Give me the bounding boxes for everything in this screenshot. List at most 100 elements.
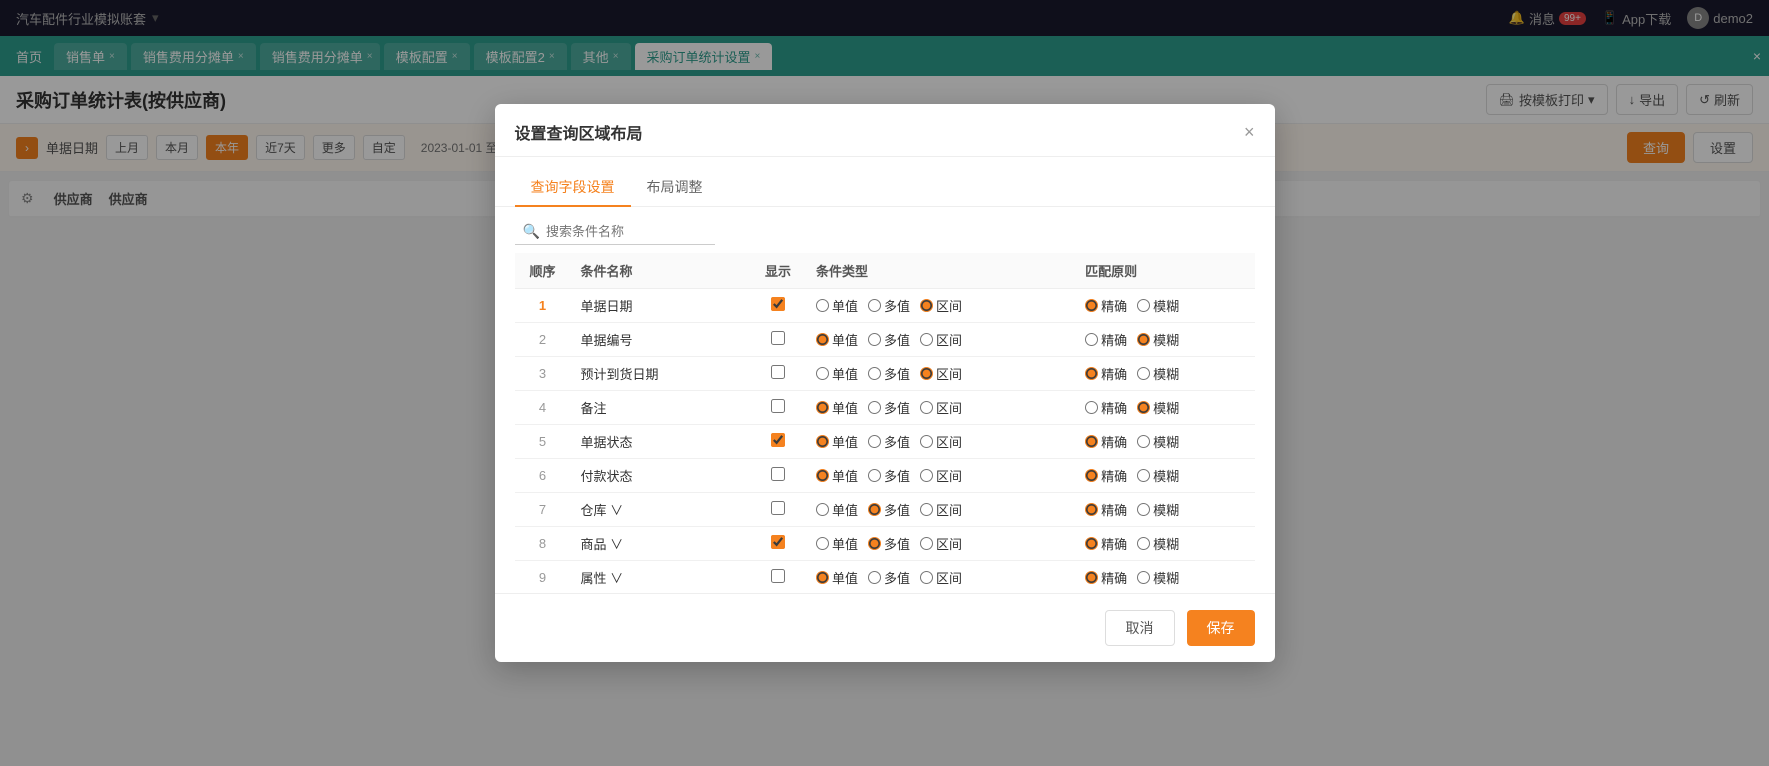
cell-match: 精确模糊 (1075, 527, 1254, 561)
radio-match-模糊[interactable]: 模糊 (1137, 432, 1179, 451)
radio-type-单值[interactable]: 单值 (816, 330, 858, 349)
radio-type-单值[interactable]: 单值 (816, 568, 858, 587)
tab-query-fields[interactable]: 查询字段设置 (515, 169, 631, 207)
cell-show (750, 391, 806, 425)
tab-layout-adjust[interactable]: 布局调整 (631, 169, 719, 207)
show-checkbox-7[interactable] (771, 501, 785, 515)
cell-show (750, 561, 806, 594)
show-checkbox-9[interactable] (771, 569, 785, 583)
cell-match: 精确模糊 (1075, 561, 1254, 594)
radio-match-精确[interactable]: 精确 (1085, 432, 1127, 451)
cell-name: 备注 (571, 391, 750, 425)
modal-tabs: 查询字段设置 布局调整 (495, 157, 1275, 207)
show-checkbox-5[interactable] (771, 433, 785, 447)
radio-type-多值[interactable]: 多值 (868, 466, 910, 485)
show-checkbox-4[interactable] (771, 399, 785, 413)
save-button[interactable]: 保存 (1187, 610, 1255, 646)
radio-type-单值[interactable]: 单值 (816, 398, 858, 417)
radio-match-模糊[interactable]: 模糊 (1137, 398, 1179, 417)
cell-order: 8 (515, 527, 571, 561)
search-input[interactable] (546, 224, 696, 239)
cell-order: 7 (515, 493, 571, 527)
modal-header: 设置查询区域布局 × (495, 104, 1275, 157)
fields-table: 顺序 条件名称 显示 条件类型 匹配原则 1单据日期单值多值区间精确模糊2单据编… (515, 253, 1255, 593)
radio-match-模糊[interactable]: 模糊 (1137, 296, 1179, 315)
cell-name: 付款状态 (571, 459, 750, 493)
radio-type-多值[interactable]: 多值 (868, 330, 910, 349)
radio-type-多值[interactable]: 多值 (868, 432, 910, 451)
radio-type-多值[interactable]: 多值 (868, 296, 910, 315)
modal-close-button[interactable]: × (1244, 123, 1255, 141)
radio-match-精确[interactable]: 精确 (1085, 466, 1127, 485)
radio-match-模糊[interactable]: 模糊 (1137, 466, 1179, 485)
radio-type-区间[interactable]: 区间 (920, 500, 962, 519)
radio-match-精确[interactable]: 精确 (1085, 330, 1127, 349)
cell-name: 单据状态 (571, 425, 750, 459)
radio-type-区间[interactable]: 区间 (920, 330, 962, 349)
radio-type-单值[interactable]: 单值 (816, 466, 858, 485)
cell-name: 单据日期 (571, 289, 750, 323)
radio-type-单值[interactable]: 单值 (816, 432, 858, 451)
radio-type-区间[interactable]: 区间 (920, 466, 962, 485)
radio-type-单值[interactable]: 单值 (816, 296, 858, 315)
radio-type-区间[interactable]: 区间 (920, 296, 962, 315)
radio-match-精确[interactable]: 精确 (1085, 296, 1127, 315)
cell-type: 单值多值区间 (806, 391, 1075, 425)
radio-type-多值[interactable]: 多值 (868, 534, 910, 553)
show-checkbox-2[interactable] (771, 331, 785, 345)
cell-match: 精确模糊 (1075, 493, 1254, 527)
table-row: 6付款状态单值多值区间精确模糊 (515, 459, 1255, 493)
radio-type-单值[interactable]: 单值 (816, 534, 858, 553)
radio-match-精确[interactable]: 精确 (1085, 398, 1127, 417)
cell-type: 单值多值区间 (806, 459, 1075, 493)
cell-name: 预计到货日期 (571, 357, 750, 391)
radio-type-区间[interactable]: 区间 (920, 364, 962, 383)
radio-match-模糊[interactable]: 模糊 (1137, 330, 1179, 349)
cell-match: 精确模糊 (1075, 391, 1254, 425)
table-row: 2单据编号单值多值区间精确模糊 (515, 323, 1255, 357)
radio-match-模糊[interactable]: 模糊 (1137, 500, 1179, 519)
radio-type-区间[interactable]: 区间 (920, 398, 962, 417)
modal-overlay: 设置查询区域布局 × 查询字段设置 布局调整 🔍 顺序 (0, 0, 1769, 766)
radio-type-区间[interactable]: 区间 (920, 432, 962, 451)
radio-type-多值[interactable]: 多值 (868, 364, 910, 383)
cell-show (750, 459, 806, 493)
table-row: 4备注单值多值区间精确模糊 (515, 391, 1255, 425)
th-match: 匹配原则 (1075, 253, 1254, 289)
radio-match-精确[interactable]: 精确 (1085, 534, 1127, 553)
radio-match-模糊[interactable]: 模糊 (1137, 364, 1179, 383)
cell-order: 1 (515, 289, 571, 323)
cell-type: 单值多值区间 (806, 323, 1075, 357)
radio-match-模糊[interactable]: 模糊 (1137, 568, 1179, 587)
cell-match: 精确模糊 (1075, 323, 1254, 357)
show-checkbox-6[interactable] (771, 467, 785, 481)
cell-show (750, 425, 806, 459)
cell-match: 精确模糊 (1075, 425, 1254, 459)
radio-type-区间[interactable]: 区间 (920, 534, 962, 553)
cancel-button[interactable]: 取消 (1105, 610, 1175, 646)
radio-match-精确[interactable]: 精确 (1085, 568, 1127, 587)
radio-match-精确[interactable]: 精确 (1085, 364, 1127, 383)
radio-type-单值[interactable]: 单值 (816, 500, 858, 519)
cell-match: 精确模糊 (1075, 357, 1254, 391)
radio-type-多值[interactable]: 多值 (868, 568, 910, 587)
radio-match-模糊[interactable]: 模糊 (1137, 534, 1179, 553)
show-checkbox-1[interactable] (771, 297, 785, 311)
cell-type: 单值多值区间 (806, 493, 1075, 527)
search-icon: 🔍 (523, 223, 540, 240)
radio-type-单值[interactable]: 单值 (816, 364, 858, 383)
modal-footer: 取消 保存 (495, 593, 1275, 662)
cell-type: 单值多值区间 (806, 425, 1075, 459)
show-checkbox-3[interactable] (771, 365, 785, 379)
radio-match-精确[interactable]: 精确 (1085, 500, 1127, 519)
cell-name: 单据编号 (571, 323, 750, 357)
radio-type-区间[interactable]: 区间 (920, 568, 962, 587)
cell-name: 仓库 ∨ (571, 493, 750, 527)
radio-type-多值[interactable]: 多值 (868, 500, 910, 519)
cell-order: 2 (515, 323, 571, 357)
search-input-wrap[interactable]: 🔍 (515, 219, 715, 245)
th-type: 条件类型 (806, 253, 1075, 289)
cell-order: 3 (515, 357, 571, 391)
show-checkbox-8[interactable] (771, 535, 785, 549)
radio-type-多值[interactable]: 多值 (868, 398, 910, 417)
